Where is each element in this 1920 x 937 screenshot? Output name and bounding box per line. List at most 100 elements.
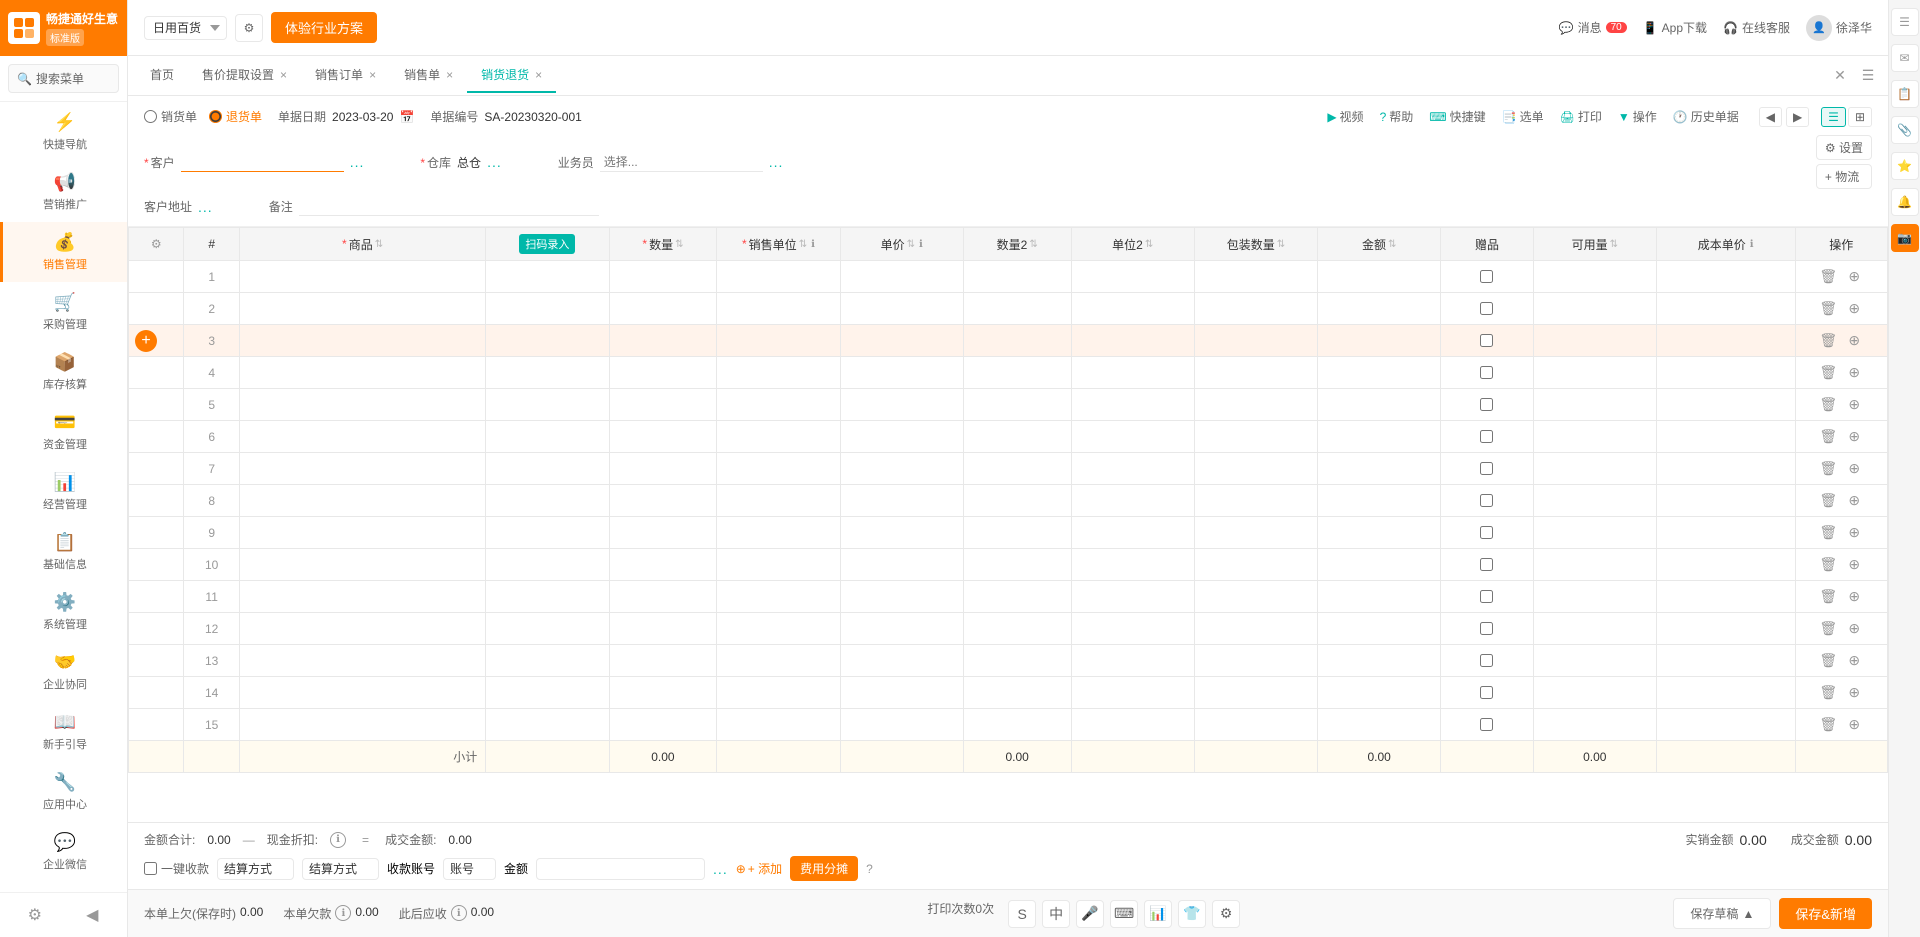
sidebar-item-apps[interactable]: 🔧 应用中心 <box>0 762 127 822</box>
row-unit-cell[interactable] <box>717 357 840 389</box>
row-qty-cell[interactable] <box>609 549 717 581</box>
scan-input-button[interactable]: 扫码录入 <box>519 234 575 254</box>
sort-icon[interactable]: ⇅ <box>675 239 683 250</box>
row-pack-cell[interactable] <box>1194 325 1317 357</box>
copy-row-button[interactable]: ⊕ <box>1843 490 1865 512</box>
gift-checkbox[interactable] <box>1480 558 1493 571</box>
row-gift-cell[interactable] <box>1441 581 1533 613</box>
row-qty2-cell[interactable] <box>963 645 1071 677</box>
copy-row-button[interactable]: ⊕ <box>1843 682 1865 704</box>
one-click-pay-checkbox[interactable] <box>144 862 157 875</box>
row-pack-cell[interactable] <box>1194 485 1317 517</box>
sort-icon[interactable]: ⇅ <box>799 239 807 250</box>
row-qty-cell[interactable] <box>609 645 717 677</box>
video-btn[interactable]: ▶ 视频 <box>1323 106 1367 127</box>
row-price-cell[interactable] <box>840 453 963 485</box>
gift-checkbox[interactable] <box>1480 462 1493 475</box>
tab-close-icon[interactable]: × <box>280 68 287 82</box>
row-qty-cell[interactable] <box>609 261 717 293</box>
row-product-cell[interactable] <box>239 645 485 677</box>
row-qty2-cell[interactable] <box>963 261 1071 293</box>
copy-row-button[interactable]: ⊕ <box>1843 394 1865 416</box>
row-pack-cell[interactable] <box>1194 453 1317 485</box>
settings-side-button[interactable]: ⚙ 设置 <box>1816 135 1872 160</box>
sort-icon[interactable]: ⇅ <box>907 239 915 250</box>
row-qty-cell[interactable] <box>609 485 717 517</box>
account-more-icon[interactable]: ... <box>713 861 728 877</box>
row-qty2-cell[interactable] <box>963 677 1071 709</box>
row-product-cell[interactable] <box>239 453 485 485</box>
row-unit2-cell[interactable] <box>1071 421 1194 453</box>
copy-row-button[interactable]: ⊕ <box>1843 586 1865 608</box>
row-gift-cell[interactable] <box>1441 517 1533 549</box>
right-panel-btn-5[interactable]: ⭐ <box>1891 152 1919 180</box>
row-pack-cell[interactable] <box>1194 421 1317 453</box>
row-unit2-cell[interactable] <box>1071 517 1194 549</box>
row-gift-cell[interactable] <box>1441 709 1533 741</box>
row-unit2-cell[interactable] <box>1071 389 1194 421</box>
delete-row-button[interactable]: 🗑 <box>1817 362 1839 384</box>
row-qty-cell[interactable] <box>609 389 717 421</box>
sidebar-item-wechat[interactable]: 💬 企业微信 <box>0 822 127 882</box>
sidebar-item-basics[interactable]: 📋 基础信息 <box>0 522 127 582</box>
row-unit2-cell[interactable] <box>1071 293 1194 325</box>
gift-checkbox[interactable] <box>1480 526 1493 539</box>
row-product-cell[interactable] <box>239 677 485 709</box>
tab-close-icon[interactable]: × <box>535 68 542 82</box>
row-unit-cell[interactable] <box>717 389 840 421</box>
row-product-cell[interactable] <box>239 613 485 645</box>
row-amount-cell[interactable] <box>1318 389 1441 421</box>
save-new-button[interactable]: 保存&新增 <box>1779 898 1872 929</box>
tab-home[interactable]: 首页 <box>136 58 188 93</box>
row-price-cell[interactable] <box>840 357 963 389</box>
sort-icon[interactable]: ⇅ <box>1277 239 1285 250</box>
footer-icon-btn-6[interactable]: 👕 <box>1178 900 1206 928</box>
product-input[interactable] <box>246 334 479 348</box>
gift-checkbox[interactable] <box>1480 622 1493 635</box>
row-qty-cell[interactable] <box>609 357 717 389</box>
row-qty-cell[interactable] <box>609 453 717 485</box>
row-qty2-cell[interactable] <box>963 325 1071 357</box>
row-price-cell[interactable] <box>840 293 963 325</box>
print-btn[interactable]: 🖨 打印 <box>1556 106 1606 127</box>
row-qty2-cell[interactable] <box>963 517 1071 549</box>
row-unit2-cell[interactable] <box>1071 453 1194 485</box>
row-unit2-cell[interactable] <box>1071 549 1194 581</box>
trial-button[interactable]: 体验行业方案 <box>271 12 377 43</box>
row-pack-cell[interactable] <box>1194 677 1317 709</box>
delete-row-button[interactable]: 🗑 <box>1817 394 1839 416</box>
payment-method-select[interactable]: 结算方式 <box>217 858 294 880</box>
row-pack-cell[interactable] <box>1194 613 1317 645</box>
sidebar-item-marketing[interactable]: 📢 营销推广 <box>0 162 127 222</box>
sort-icon[interactable]: ⇅ <box>375 239 383 250</box>
row-price-cell[interactable] <box>840 709 963 741</box>
user-menu-button[interactable]: 👤 徐泽华 <box>1806 15 1872 41</box>
row-product-cell[interactable] <box>239 549 485 581</box>
tab-sales-return[interactable]: 销货退货 × <box>467 58 556 93</box>
row-unit2-cell[interactable] <box>1071 357 1194 389</box>
row-amount-cell[interactable] <box>1318 517 1441 549</box>
col-cost-info-icon[interactable]: ℹ <box>1750 239 1754 250</box>
logistics-side-button[interactable]: + 物流 <box>1816 164 1872 189</box>
sidebar-settings-button[interactable]: ⚙ <box>8 901 62 929</box>
list-view-button[interactable]: ☰ <box>1821 107 1846 127</box>
salesman-input[interactable] <box>600 153 763 172</box>
row-unit-cell[interactable] <box>717 453 840 485</box>
tab-sales-order[interactable]: 销售订单 × <box>301 58 390 93</box>
sidebar-item-operations[interactable]: 📊 经营管理 <box>0 462 127 522</box>
address-select-icon[interactable]: ... <box>198 199 213 215</box>
copy-row-button[interactable]: ⊕ <box>1843 714 1865 736</box>
save-draft-button[interactable]: 保存草稿 ▲ <box>1673 898 1771 929</box>
salesman-select-icon[interactable]: ... <box>769 154 784 170</box>
column-settings-icon[interactable]: ⚙ <box>151 237 162 251</box>
row-qty-cell[interactable] <box>609 517 717 549</box>
row-pack-cell[interactable] <box>1194 293 1317 325</box>
row-unit2-cell[interactable] <box>1071 613 1194 645</box>
row-price-cell[interactable] <box>840 613 963 645</box>
footer-icon-btn-2[interactable]: 中 <box>1042 900 1070 928</box>
copy-row-button[interactable]: ⊕ <box>1843 618 1865 640</box>
row-pack-cell[interactable] <box>1194 357 1317 389</box>
row-price-cell[interactable] <box>840 485 963 517</box>
help-btn[interactable]: ? 帮助 <box>1376 106 1418 127</box>
select-doc-btn[interactable]: 📑 选单 <box>1498 106 1548 127</box>
